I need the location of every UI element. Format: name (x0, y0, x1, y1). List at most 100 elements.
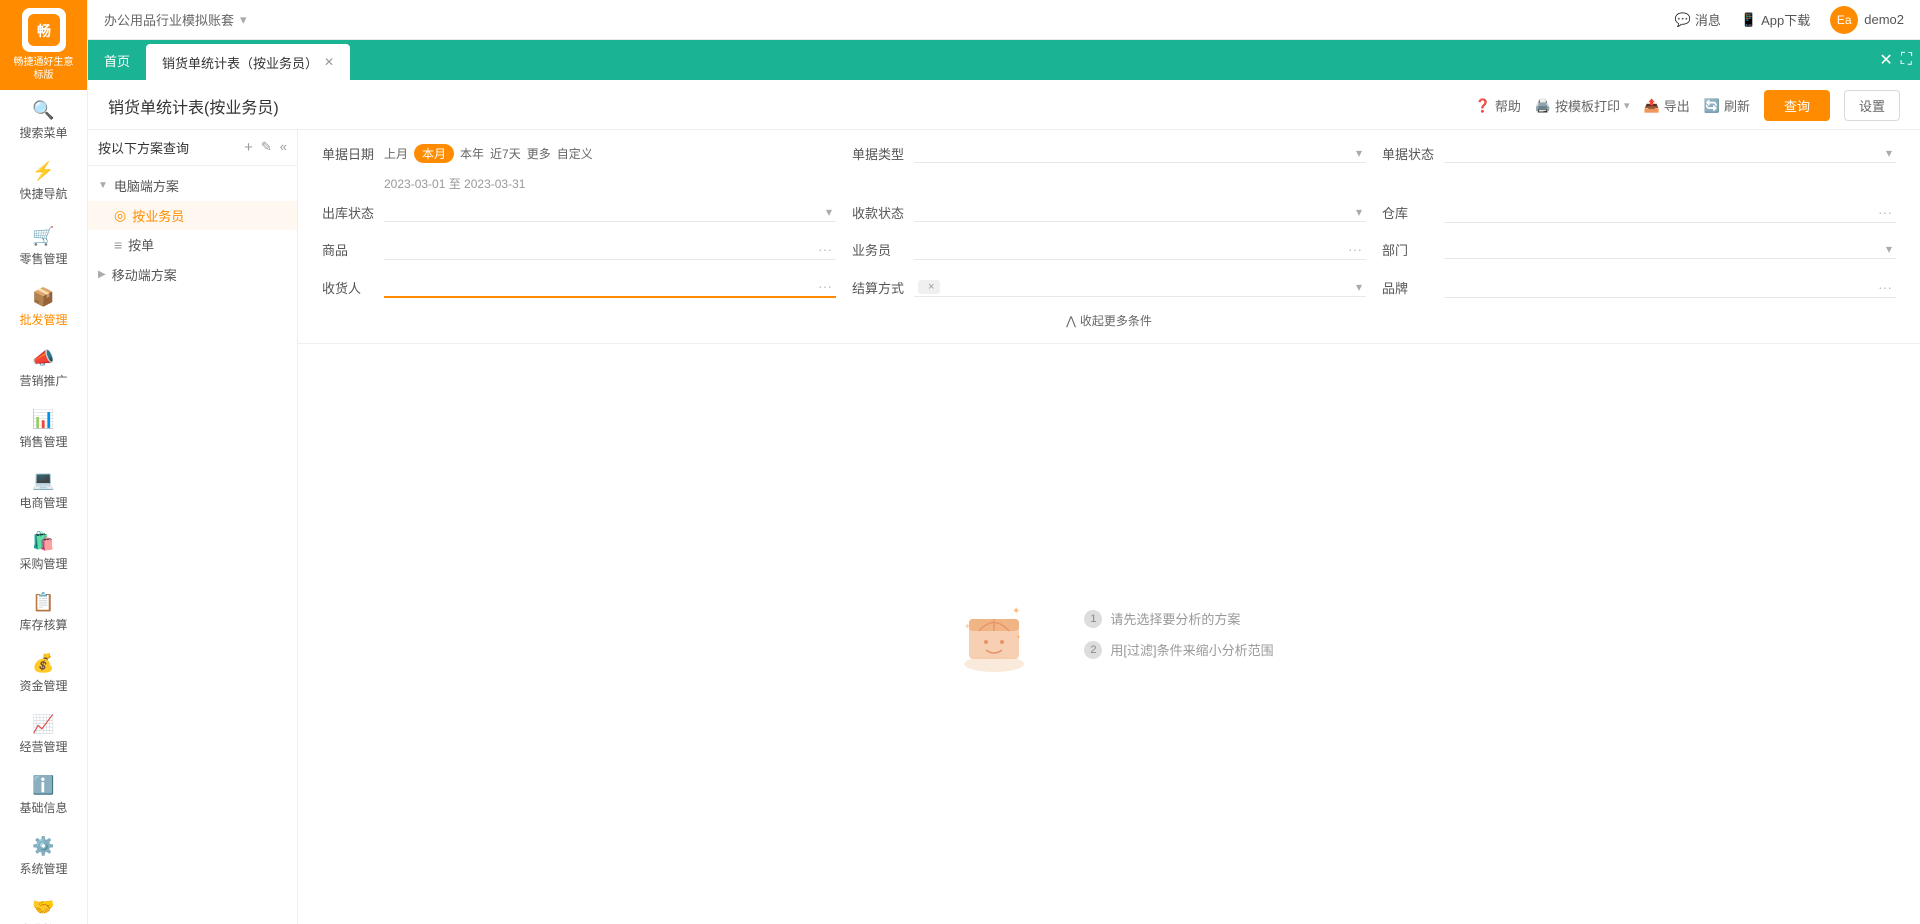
date-btn-this-year[interactable]: 本年 (460, 145, 484, 162)
filter-cell-salesperson: 业务员 ··· (844, 235, 1374, 264)
sidebar-item-collab[interactable]: 🤝 企业协同 (0, 887, 87, 924)
filter-cell-out-status: 出库状态 ▾ (314, 198, 844, 227)
print-btn[interactable]: 🖨️ 按模板打印 ▾ (1535, 96, 1630, 115)
user-profile[interactable]: Ea demo2 (1830, 6, 1904, 34)
sidebar-item-basic-info[interactable]: ℹ️ 基础信息 (0, 765, 87, 826)
settle-tag-close[interactable]: × (928, 281, 934, 293)
page-title: 销货单统计表(按业务员) (108, 94, 279, 118)
date-btn-more[interactable]: 更多 (527, 145, 551, 162)
sidebar-item-finance[interactable]: 💰 资金管理 (0, 643, 87, 704)
breadcrumb-dropdown-icon[interactable]: ▾ (240, 12, 247, 28)
dept-select[interactable]: ▾ (1444, 240, 1896, 259)
brand-dots-icon[interactable]: ··· (1878, 279, 1892, 295)
page-header: 销货单统计表(按业务员) ❓ 帮助 🖨️ 按模板打印 ▾ 📤 导出 🔄 刷 (88, 80, 1920, 130)
settle-input-wrap: × ▾ (914, 278, 1366, 297)
receiver-dots-icon[interactable]: ··· (818, 278, 832, 294)
sidebar-item-operations[interactable]: 📈 经营管理 (0, 704, 87, 765)
tip-text-1: 请先选择要分析的方案 (1110, 609, 1240, 628)
svg-text:✦: ✦ (964, 622, 971, 631)
sidebar-item-ecom[interactable]: 💻 电商管理 (0, 460, 87, 521)
tab-bar-right: ✕ ⛶ (1879, 40, 1920, 80)
goods-dots-icon[interactable]: ··· (818, 241, 832, 257)
add-scheme-btn[interactable]: + (244, 139, 253, 156)
sidebar-item-search[interactable]: 🔍 搜索菜单 (0, 90, 87, 151)
receiver-input[interactable] (388, 279, 818, 294)
date-btn-last-month[interactable]: 上月 (384, 145, 408, 162)
warehouse-dots-icon[interactable]: ··· (1878, 204, 1892, 220)
tab-sales-report-label: 销货单统计表（按业务员） (162, 53, 318, 72)
collapse-panel-btn[interactable]: « (280, 139, 287, 156)
sidebar-item-retail[interactable]: 🛒 零售管理 (0, 216, 87, 277)
settle-label: 结算方式 (852, 278, 908, 297)
tab-close-icon[interactable]: ✕ (324, 55, 334, 69)
date-options-group: 上月 本月 本年 近7天 更多 自定义 (384, 144, 836, 163)
print-icon: 🖨️ (1535, 98, 1551, 114)
export-label: 导出 (1664, 96, 1690, 115)
date-btn-this-month[interactable]: 本月 (414, 144, 454, 163)
export-btn[interactable]: 📤 导出 (1644, 96, 1690, 115)
header-action-group: ❓ 帮助 🖨️ 按模板打印 ▾ 📤 导出 🔄 刷新 查询 设置 (1475, 90, 1900, 121)
sidebar-item-label: 资金管理 (19, 677, 67, 694)
tab-expand-btn[interactable]: ⛶ (1901, 51, 1912, 69)
receiver-label: 收货人 (322, 278, 378, 297)
salesperson-dots-icon[interactable]: ··· (1348, 241, 1362, 257)
tip-num-2: 2 (1084, 641, 1102, 659)
tab-sales-report[interactable]: 销货单统计表（按业务员） ✕ (146, 44, 350, 80)
out-status-select[interactable]: ▾ (384, 203, 836, 222)
filter-area: 单据日期 上月 本月 本年 近7天 更多 自定义 (298, 130, 1920, 344)
app-download-label: App下载 (1761, 10, 1810, 29)
receive-status-select[interactable]: ▾ (914, 203, 1366, 222)
tree-arrow-desktop: ▼ (98, 180, 108, 191)
sidebar: 畅 畅捷通好生意 标版 🔍 搜索菜单 ⚡ 快捷导航 🛒 零售管理 📦 批发管理 … (0, 0, 88, 924)
tree-arrow-mobile: ▶ (98, 269, 106, 280)
message-label: 消息 (1695, 10, 1721, 29)
settle-chevron-icon[interactable]: ▾ (1356, 280, 1362, 294)
filter-row-1: 单据日期 上月 本月 本年 近7天 更多 自定义 (314, 140, 1904, 167)
date-label: 单据日期 (322, 144, 378, 163)
doc-type-select[interactable]: ▾ (914, 144, 1366, 163)
filter-cell-warehouse: 仓库 ··· (1374, 198, 1904, 227)
sidebar-item-marketing[interactable]: 📣 营销推广 (0, 338, 87, 399)
salesperson-input-wrap: ··· (914, 239, 1366, 260)
filter-row-3: 商品 ··· 业务员 ··· (314, 235, 1904, 264)
date-btn-custom[interactable]: 自定义 (557, 145, 593, 162)
sidebar-item-inventory[interactable]: 📋 库存核算 (0, 582, 87, 643)
app-download-btn[interactable]: 📱 App下载 (1741, 10, 1810, 29)
date-range-text: 2023-03-01 至 2023-03-31 (384, 177, 525, 191)
sidebar-item-wholesale[interactable]: 📦 批发管理 (0, 277, 87, 338)
receiver-input-wrap: ··· (384, 276, 836, 298)
finance-icon: 💰 (32, 653, 54, 674)
lightning-icon: ⚡ (32, 161, 54, 182)
help-btn[interactable]: ❓ 帮助 (1475, 96, 1521, 115)
tree-child-salesperson[interactable]: ◎ 按业务员 (88, 201, 297, 230)
doc-type-label: 单据类型 (852, 144, 908, 163)
sidebar-item-purchase[interactable]: 🛍️ 采购管理 (0, 521, 87, 582)
refresh-btn[interactable]: 🔄 刷新 (1704, 96, 1750, 115)
sidebar-item-quick-nav[interactable]: ⚡ 快捷导航 (0, 151, 87, 212)
collapse-btn[interactable]: ⋀ 收起更多条件 (314, 308, 1904, 333)
tree-item-desktop[interactable]: ▼ 电脑端方案 (88, 170, 297, 201)
user-name: demo2 (1864, 12, 1904, 27)
search-icon: 🔍 (32, 100, 54, 121)
filter-cell-settle: 结算方式 × ▾ (844, 272, 1374, 302)
wholesale-icon: 📦 (32, 287, 54, 308)
tab-home[interactable]: 首页 (88, 40, 146, 80)
left-panel: 按以下方案查询 + ✎ « ▼ 电脑端方案 ◎ (88, 130, 298, 924)
setup-button[interactable]: 设置 (1844, 90, 1900, 121)
help-icon: ❓ (1475, 98, 1491, 114)
message-btn[interactable]: 💬 消息 (1675, 10, 1721, 29)
tree-child-order[interactable]: ≡ 按单 (88, 230, 297, 259)
circle-icon: ◎ (114, 207, 126, 224)
dept-label: 部门 (1382, 240, 1438, 259)
sidebar-item-system[interactable]: ⚙️ 系统管理 (0, 826, 87, 887)
query-button[interactable]: 查询 (1764, 90, 1830, 121)
system-icon: ⚙️ (32, 836, 54, 857)
goods-label: 商品 (322, 240, 378, 259)
doc-status-select[interactable]: ▾ (1444, 144, 1896, 163)
app-logo: 畅 畅捷通好生意 标版 (0, 0, 87, 90)
date-btn-7days[interactable]: 近7天 (490, 145, 521, 162)
sidebar-item-sales[interactable]: 📊 销售管理 (0, 399, 87, 460)
edit-scheme-btn[interactable]: ✎ (261, 139, 272, 156)
tab-close-btn[interactable]: ✕ (1879, 50, 1892, 70)
tree-item-mobile[interactable]: ▶ 移动端方案 (88, 259, 297, 290)
